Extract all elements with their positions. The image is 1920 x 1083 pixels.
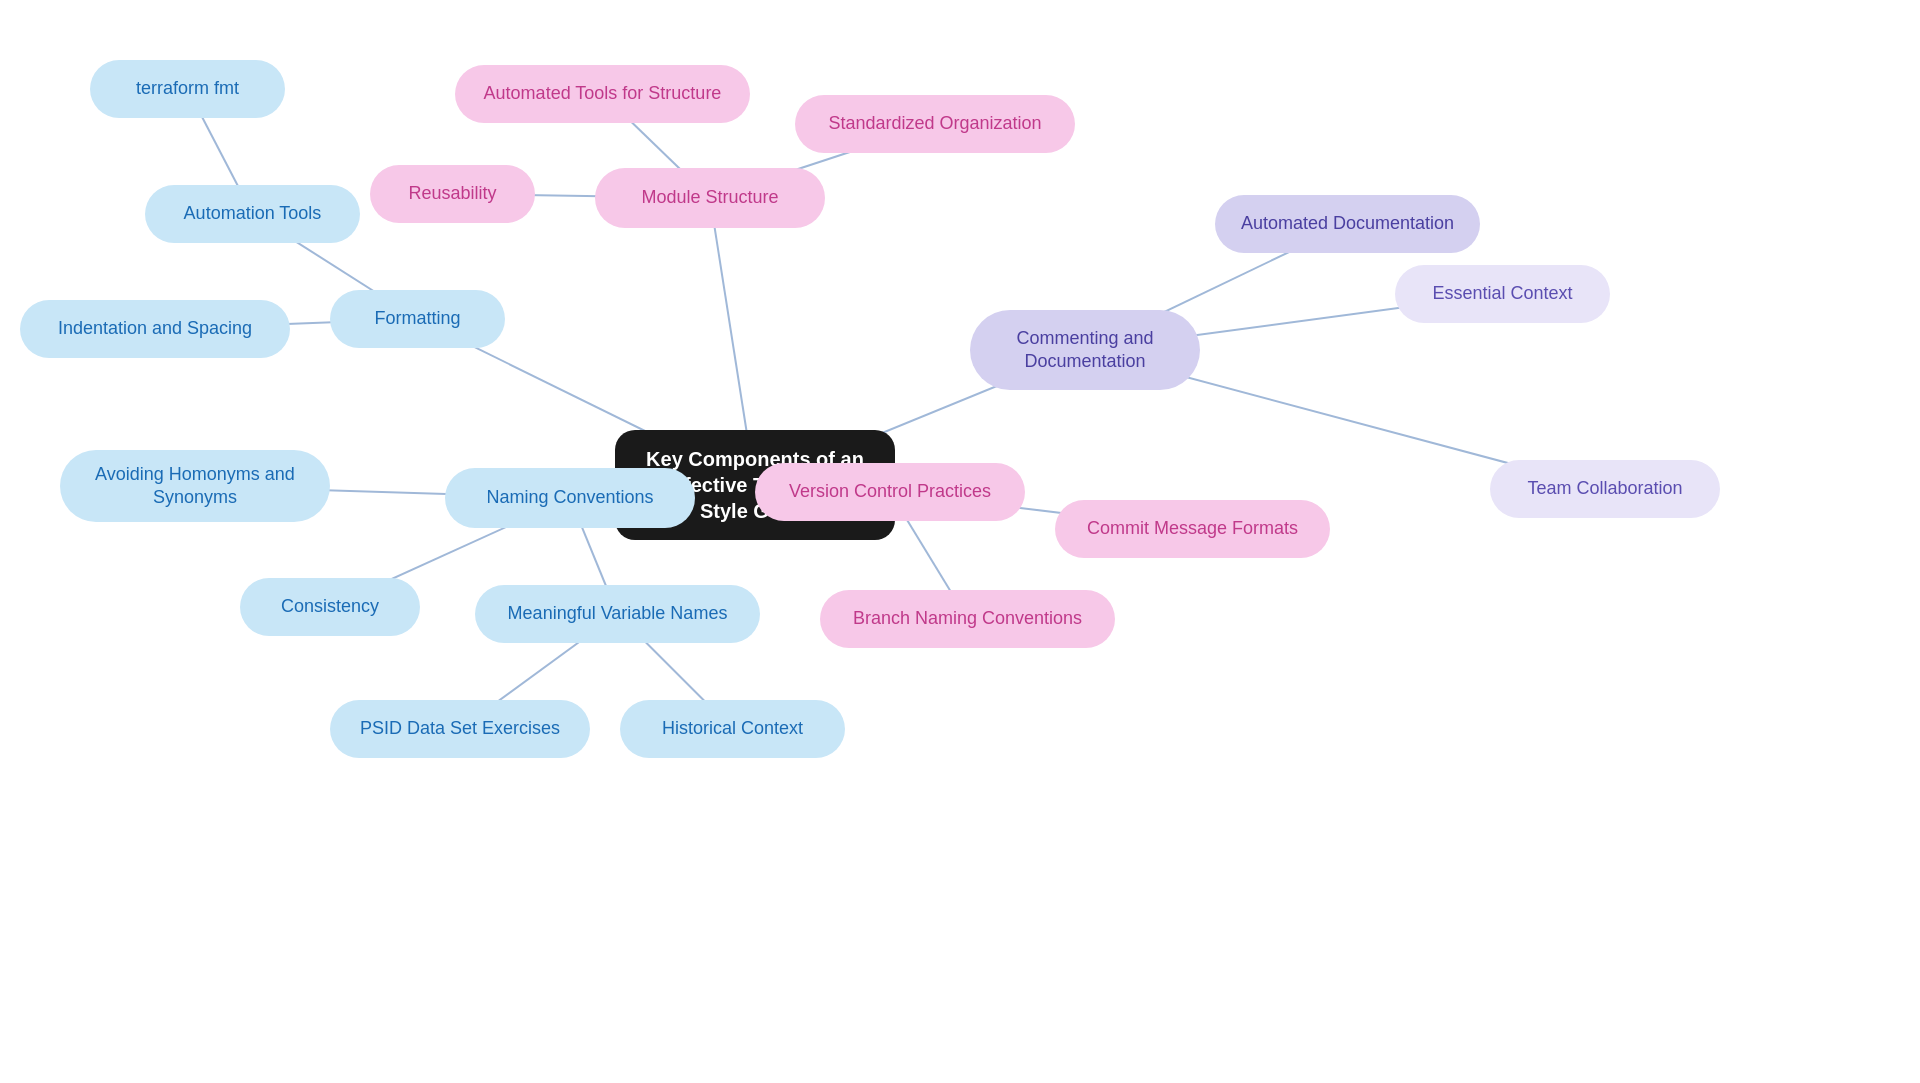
node-version-control: Version Control Practices bbox=[755, 463, 1025, 521]
node-standardized-organization: Standardized Organization bbox=[795, 95, 1075, 153]
node-automation-tools: Automation Tools bbox=[145, 185, 360, 243]
node-psid-data: PSID Data Set Exercises bbox=[330, 700, 590, 758]
node-essential-context: Essential Context bbox=[1395, 265, 1610, 323]
node-module-structure: Module Structure bbox=[595, 168, 825, 228]
node-avoiding-homonyms: Avoiding Homonyms and Synonyms bbox=[60, 450, 330, 522]
node-team-collaboration: Team Collaboration bbox=[1490, 460, 1720, 518]
node-commenting-documentation: Commenting and Documentation bbox=[970, 310, 1200, 390]
node-automated-tools-structure: Automated Tools for Structure bbox=[455, 65, 750, 123]
node-automated-documentation: Automated Documentation bbox=[1215, 195, 1480, 253]
mindmap-container: Key Components of an Effective Terraform… bbox=[0, 0, 1920, 1083]
node-meaningful-variable: Meaningful Variable Names bbox=[475, 585, 760, 643]
node-reusability: Reusability bbox=[370, 165, 535, 223]
node-historical-context: Historical Context bbox=[620, 700, 845, 758]
node-consistency: Consistency bbox=[240, 578, 420, 636]
node-commit-message: Commit Message Formats bbox=[1055, 500, 1330, 558]
node-formatting: Formatting bbox=[330, 290, 505, 348]
node-indentation-spacing: Indentation and Spacing bbox=[20, 300, 290, 358]
node-terraform-fmt: terraform fmt bbox=[90, 60, 285, 118]
connections-svg bbox=[0, 0, 1920, 1083]
node-branch-naming: Branch Naming Conventions bbox=[820, 590, 1115, 648]
node-naming-conventions: Naming Conventions bbox=[445, 468, 695, 528]
